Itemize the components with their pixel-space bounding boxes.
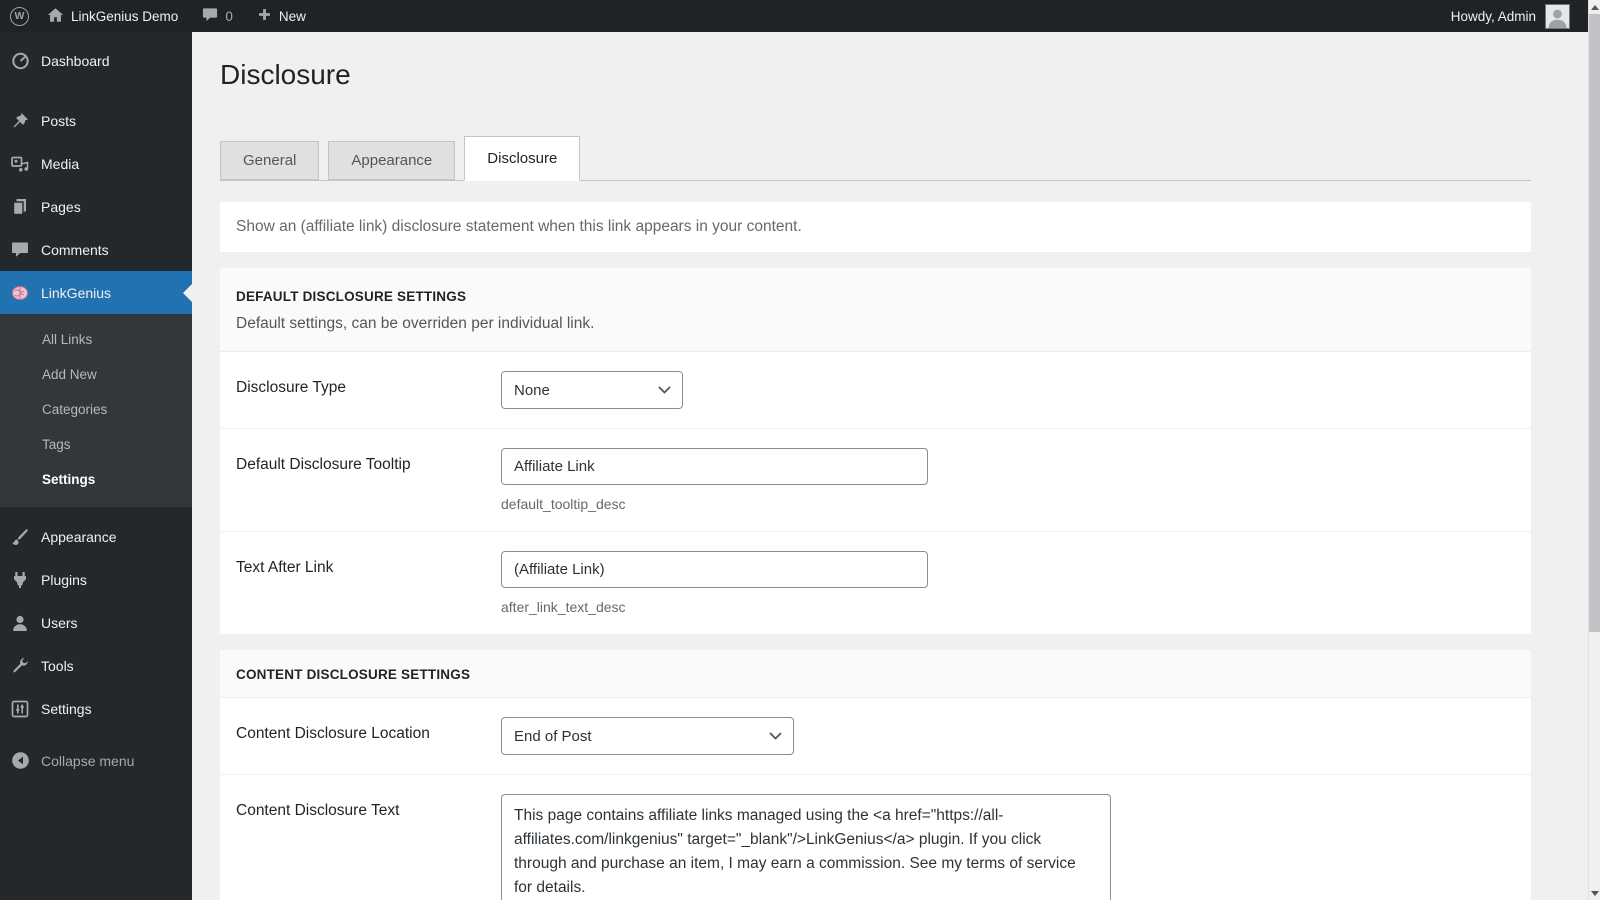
submenu-item-add-new[interactable]: Add New [0, 357, 192, 392]
sidebar-item-label: Settings [41, 700, 92, 717]
section-header: DEFAULT DISCLOSURE SETTINGS Default sett… [220, 268, 1531, 352]
section-title: DEFAULT DISCLOSURE SETTINGS [236, 289, 467, 304]
sidebar-item-dashboard[interactable]: Dashboard [0, 39, 192, 82]
sidebar-item-tools[interactable]: Tools [0, 644, 192, 687]
text-after-link-input[interactable] [501, 551, 928, 588]
wordpress-logo: W [10, 6, 29, 26]
home-icon [47, 7, 64, 26]
submenu-item-settings[interactable]: Settings [0, 462, 192, 497]
comments-icon [10, 241, 30, 258]
linkgenius-submenu: All Links Add New Categories Tags Settin… [0, 314, 192, 507]
sidebar-item-posts[interactable]: Posts [0, 99, 192, 142]
sidebar-item-label: Pages [41, 198, 81, 215]
field-label: Content Disclosure Text [236, 802, 400, 819]
users-icon [10, 614, 30, 632]
content-disclosure-text-textarea[interactable] [501, 794, 1111, 900]
tools-icon [10, 657, 30, 675]
appearance-icon [10, 528, 30, 546]
section-header: CONTENT DISCLOSURE SETTINGS [220, 650, 1531, 698]
linkgenius-icon [10, 285, 30, 301]
comments-bubble-icon [202, 7, 218, 25]
pages-icon [10, 198, 30, 216]
collapse-icon [10, 751, 30, 770]
admin-sidebar: Dashboard Posts Media Pages Comments Lin… [0, 32, 192, 900]
sidebar-item-comments[interactable]: Comments [0, 228, 192, 271]
tab-disclosure[interactable]: Disclosure [464, 136, 581, 181]
field-label: Default Disclosure Tooltip [236, 456, 411, 473]
collapse-menu-button[interactable]: Collapse menu [0, 739, 192, 782]
scrollbar-thumb[interactable] [1589, 14, 1600, 632]
plugins-icon [10, 571, 30, 589]
settings-tabs: General Appearance Disclosure [220, 136, 1531, 181]
field-row-disclosure-type: Disclosure Type None [220, 352, 1531, 428]
sidebar-item-label: Tools [41, 657, 74, 674]
submenu-item-all-links[interactable]: All Links [0, 322, 192, 357]
tab-description: Show an (affiliate link) disclosure stat… [236, 218, 802, 235]
sidebar-item-pages[interactable]: Pages [0, 185, 192, 228]
submenu-item-categories[interactable]: Categories [0, 392, 192, 427]
dashboard-icon [10, 51, 30, 70]
scroll-up-icon [1591, 4, 1599, 10]
field-help-text: default_tooltip_desc [501, 496, 626, 512]
comment-count: 0 [225, 8, 233, 24]
tab-appearance[interactable]: Appearance [328, 141, 456, 180]
site-link[interactable]: LinkGenius Demo [47, 7, 178, 26]
field-row-content-disclosure-text: Content Disclosure Text [220, 774, 1531, 900]
scroll-down-button[interactable] [1589, 886, 1600, 900]
media-icon [10, 155, 30, 173]
field-label: Disclosure Type [236, 379, 346, 396]
howdy-text: Howdy, Admin [1450, 8, 1536, 24]
wordpress-menu-button[interactable]: W [10, 6, 29, 26]
content-disclosure-settings-card: CONTENT DISCLOSURE SETTINGS Content Disc… [220, 650, 1531, 900]
submenu-item-tags[interactable]: Tags [0, 427, 192, 462]
sidebar-item-settings[interactable]: Settings [0, 687, 192, 730]
page-scrollbar[interactable] [1588, 0, 1600, 900]
sidebar-item-label: Users [41, 614, 78, 631]
page-title: Disclosure [220, 59, 351, 90]
field-row-default-tooltip: Default Disclosure Tooltip default_toolt… [220, 428, 1531, 531]
sidebar-item-label: Dashboard [41, 52, 110, 69]
sidebar-item-label: Media [41, 155, 80, 172]
sidebar-item-label: LinkGenius [41, 284, 112, 301]
section-title: CONTENT DISCLOSURE SETTINGS [236, 667, 471, 682]
sidebar-item-label: Plugins [41, 571, 87, 588]
new-label: New [278, 8, 306, 24]
tab-general[interactable]: General [220, 141, 320, 180]
sidebar-item-media[interactable]: Media [0, 142, 192, 185]
new-content-button[interactable]: New [257, 7, 306, 25]
menu-separator [0, 82, 192, 99]
sidebar-item-plugins[interactable]: Plugins [0, 558, 192, 601]
sidebar-item-label: Appearance [41, 528, 117, 545]
admin-bar: W LinkGenius Demo 0 New Howdy, Admin [0, 0, 1600, 32]
section-subtitle: Default settings, can be overriden per i… [236, 315, 595, 332]
field-row-text-after-link: Text After Link after_link_text_desc [220, 531, 1531, 634]
scroll-up-button[interactable] [1589, 0, 1600, 14]
disclosure-type-select[interactable]: None [501, 371, 683, 409]
content-disclosure-location-select[interactable]: End of Post [501, 717, 794, 755]
main-content: Disclosure General Appearance Disclosure… [192, 32, 1588, 900]
tab-description-card: Show an (affiliate link) disclosure stat… [220, 202, 1531, 252]
comments-shortcut[interactable]: 0 [202, 7, 233, 25]
sidebar-item-label: Collapse menu [41, 752, 135, 769]
default-disclosure-settings-card: DEFAULT DISCLOSURE SETTINGS Default sett… [220, 268, 1531, 634]
field-label: Content Disclosure Location [236, 725, 430, 742]
sidebar-item-users[interactable]: Users [0, 601, 192, 644]
sidebar-item-appearance[interactable]: Appearance [0, 515, 192, 558]
field-help-text: after_link_text_desc [501, 599, 626, 615]
my-account[interactable]: Howdy, Admin [1450, 3, 1570, 29]
posts-icon [10, 112, 30, 130]
default-disclosure-tooltip-input[interactable] [501, 448, 928, 485]
settings-icon [10, 700, 30, 718]
new-plus-icon [257, 7, 272, 25]
site-name: LinkGenius Demo [71, 8, 179, 24]
avatar [1545, 3, 1570, 29]
field-row-content-disclosure-location: Content Disclosure Location End of Post [220, 698, 1531, 774]
scroll-down-icon [1591, 890, 1599, 896]
sidebar-item-label: Comments [41, 241, 109, 258]
field-label: Text After Link [236, 559, 334, 576]
sidebar-item-linkgenius[interactable]: LinkGenius [0, 271, 192, 314]
sidebar-item-label: Posts [41, 112, 77, 129]
